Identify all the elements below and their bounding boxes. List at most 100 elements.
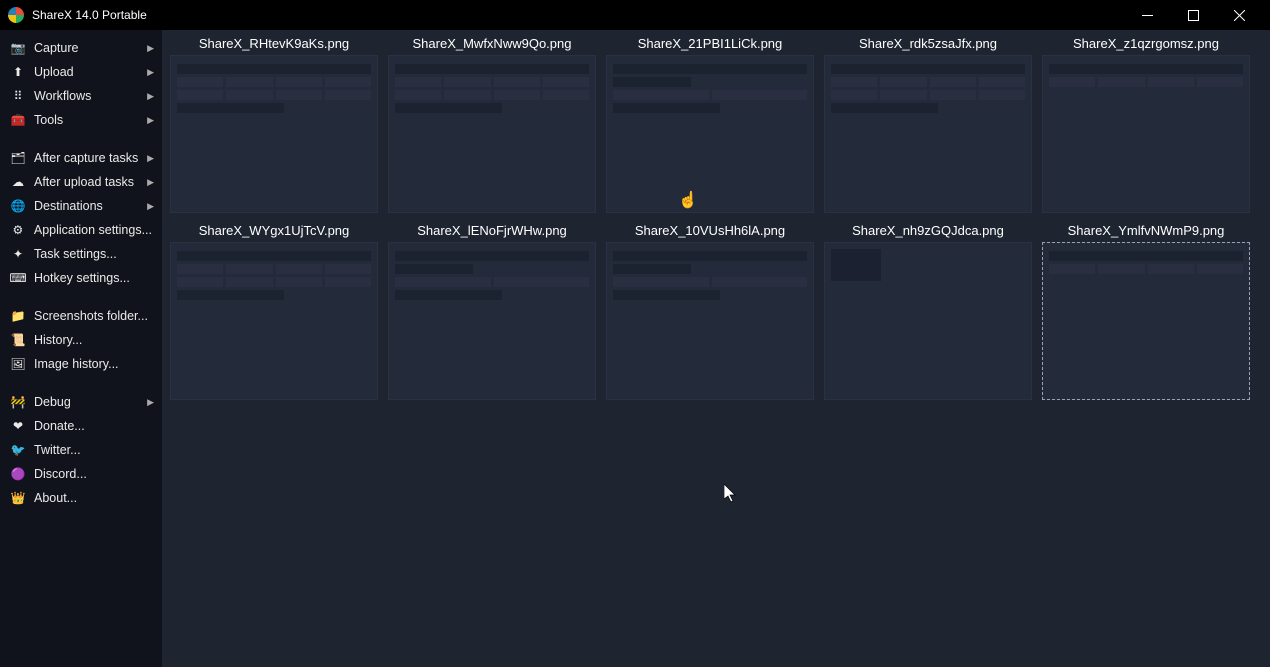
history-icon: 📜 <box>10 332 26 348</box>
sidebar-item-label: Hotkey settings... <box>34 271 130 285</box>
window-title: ShareX 14.0 Portable <box>32 8 147 22</box>
thumbnail-item: ShareX_MwfxNww9Qo.png <box>388 36 596 213</box>
sidebar-item-workflows[interactable]: ⠿ Workflows ▶ <box>0 84 162 108</box>
chevron-right-icon: ▶ <box>147 201 154 212</box>
workflows-icon: ⠿ <box>10 88 26 104</box>
thumbnail[interactable] <box>606 55 814 213</box>
sidebar-item-label: History... <box>34 333 82 347</box>
sidebar-item-label: Destinations <box>34 199 103 213</box>
sidebar-item-label: Screenshots folder... <box>34 309 148 323</box>
thumbnail[interactable] <box>388 242 596 400</box>
sidebar-item-screenshots-folder[interactable]: 📁 Screenshots folder... <box>0 304 162 328</box>
tools-icon: 🧰 <box>10 112 26 128</box>
donate-icon: ❤ <box>10 418 26 434</box>
chevron-right-icon: ▶ <box>147 115 154 126</box>
thumbnail-label: ShareX_21PBI1LiCk.png <box>638 36 783 51</box>
sidebar-item-label: Twitter... <box>34 443 81 457</box>
after-upload-tasks-icon: ☁ <box>10 174 26 190</box>
thumbnail-grid: ShareX_RHtevK9aKs.png ShareX_MwfxNww9Qo.p… <box>166 36 1266 400</box>
thumbnail[interactable] <box>170 55 378 213</box>
destinations-icon: 🌐 <box>10 198 26 214</box>
discord-icon: 🟣 <box>10 466 26 482</box>
hotkey-settings-icon: ⌨ <box>10 270 26 286</box>
debug-icon: 🚧 <box>10 394 26 410</box>
thumbnail-label: ShareX_z1qzrgomsz.png <box>1073 36 1219 51</box>
chevron-right-icon: ▶ <box>147 153 154 164</box>
capture-icon: 📷 <box>10 40 26 56</box>
thumbnail-item: ShareX_RHtevK9aKs.png <box>170 36 378 213</box>
sidebar-item-label: About... <box>34 491 77 505</box>
thumbnail-label: ShareX_WYgx1UjTcV.png <box>199 223 350 238</box>
thumbnail-item: ShareX_WYgx1UjTcV.png <box>170 223 378 400</box>
task-settings-icon: ✦ <box>10 246 26 262</box>
thumbnail[interactable] <box>170 242 378 400</box>
titlebar[interactable]: ShareX 14.0 Portable <box>0 0 1270 30</box>
thumbnail[interactable] <box>1042 242 1250 400</box>
sidebar-item-after-capture-tasks[interactable]: 🗂 After capture tasks ▶ <box>0 146 162 170</box>
sidebar-item-capture[interactable]: 📷 Capture ▶ <box>0 36 162 60</box>
sidebar-item-after-upload-tasks[interactable]: ☁ After upload tasks ▶ <box>0 170 162 194</box>
twitter-icon: 🐦 <box>10 442 26 458</box>
sidebar: 📷 Capture ▶ ⬆ Upload ▶ ⠿ Workflows ▶ 🧰 Tools ▶ 🗂 Afte… <box>0 30 162 667</box>
sidebar-item-label: Tools <box>34 113 63 127</box>
chevron-right-icon: ▶ <box>147 91 154 102</box>
thumbnail[interactable] <box>1042 55 1250 213</box>
application-settings-icon: ⚙ <box>10 222 26 238</box>
sidebar-item-destinations[interactable]: 🌐 Destinations ▶ <box>0 194 162 218</box>
sidebar-item-about[interactable]: 👑 About... <box>0 486 162 510</box>
sidebar-item-label: After upload tasks <box>34 175 134 189</box>
thumbnail-label: ShareX_rdk5zsaJfx.png <box>859 36 997 51</box>
sidebar-item-label: After capture tasks <box>34 151 138 165</box>
chevron-right-icon: ▶ <box>147 67 154 78</box>
sidebar-item-label: Upload <box>34 65 74 79</box>
sidebar-item-hotkey-settings[interactable]: ⌨ Hotkey settings... <box>0 266 162 290</box>
upload-icon: ⬆ <box>10 64 26 80</box>
sidebar-item-discord[interactable]: 🟣 Discord... <box>0 462 162 486</box>
sidebar-item-tools[interactable]: 🧰 Tools ▶ <box>0 108 162 132</box>
thumbnail-item: ShareX_nh9zGQJdca.png <box>824 223 1032 400</box>
thumbnail-label: ShareX_YmlfvNWmP9.png <box>1068 223 1225 238</box>
thumbnail-label: ShareX_10VUsHh6lA.png <box>635 223 785 238</box>
sidebar-item-label: Debug <box>34 395 71 409</box>
sidebar-item-label: Image history... <box>34 357 119 371</box>
thumbnail-item: ShareX_z1qzrgomsz.png <box>1042 36 1250 213</box>
chevron-right-icon: ▶ <box>147 43 154 54</box>
sidebar-item-label: Discord... <box>34 467 87 481</box>
thumbnail-area[interactable]: ShareX_RHtevK9aKs.png ShareX_MwfxNww9Qo.p… <box>162 30 1270 667</box>
maximize-button[interactable] <box>1170 0 1216 30</box>
sidebar-item-history[interactable]: 📜 History... <box>0 328 162 352</box>
thumbnail[interactable] <box>824 242 1032 400</box>
sidebar-item-upload[interactable]: ⬆ Upload ▶ <box>0 60 162 84</box>
thumbnail[interactable] <box>824 55 1032 213</box>
thumbnail-item: ShareX_21PBI1LiCk.png <box>606 36 814 213</box>
thumbnail-label: ShareX_MwfxNww9Qo.png <box>413 36 572 51</box>
sidebar-item-label: Donate... <box>34 419 85 433</box>
chevron-right-icon: ▶ <box>147 397 154 408</box>
about-icon: 👑 <box>10 490 26 506</box>
sidebar-item-twitter[interactable]: 🐦 Twitter... <box>0 438 162 462</box>
minimize-button[interactable] <box>1124 0 1170 30</box>
close-button[interactable] <box>1216 0 1262 30</box>
sidebar-item-donate[interactable]: ❤ Donate... <box>0 414 162 438</box>
thumbnail-item: ShareX_YmlfvNWmP9.png <box>1042 223 1250 400</box>
thumbnail-label: ShareX_nh9zGQJdca.png <box>852 223 1004 238</box>
thumbnail[interactable] <box>606 242 814 400</box>
sidebar-item-label: Task settings... <box>34 247 117 261</box>
after-capture-tasks-icon: 🗂 <box>10 150 26 166</box>
sidebar-item-label: Workflows <box>34 89 91 103</box>
thumbnail-item: ShareX_rdk5zsaJfx.png <box>824 36 1032 213</box>
arrow-cursor-icon <box>724 484 738 504</box>
sidebar-item-image-history[interactable]: 🖼Image history... <box>0 352 162 376</box>
screenshots-folder-icon: 📁 <box>10 308 26 324</box>
thumbnail[interactable] <box>388 55 596 213</box>
sidebar-item-debug[interactable]: 🚧 Debug ▶ <box>0 390 162 414</box>
thumbnail-item: ShareX_10VUsHh6lA.png <box>606 223 814 400</box>
app-logo-icon <box>8 7 24 23</box>
sidebar-item-label: Capture <box>34 41 78 55</box>
thumbnail-item: ShareX_lENoFjrWHw.png <box>388 223 596 400</box>
chevron-right-icon: ▶ <box>147 177 154 188</box>
sidebar-item-label: Application settings... <box>34 223 152 237</box>
thumbnail-label: ShareX_RHtevK9aKs.png <box>199 36 349 51</box>
sidebar-item-task-settings[interactable]: ✦ Task settings... <box>0 242 162 266</box>
sidebar-item-application-settings[interactable]: ⚙ Application settings... <box>0 218 162 242</box>
